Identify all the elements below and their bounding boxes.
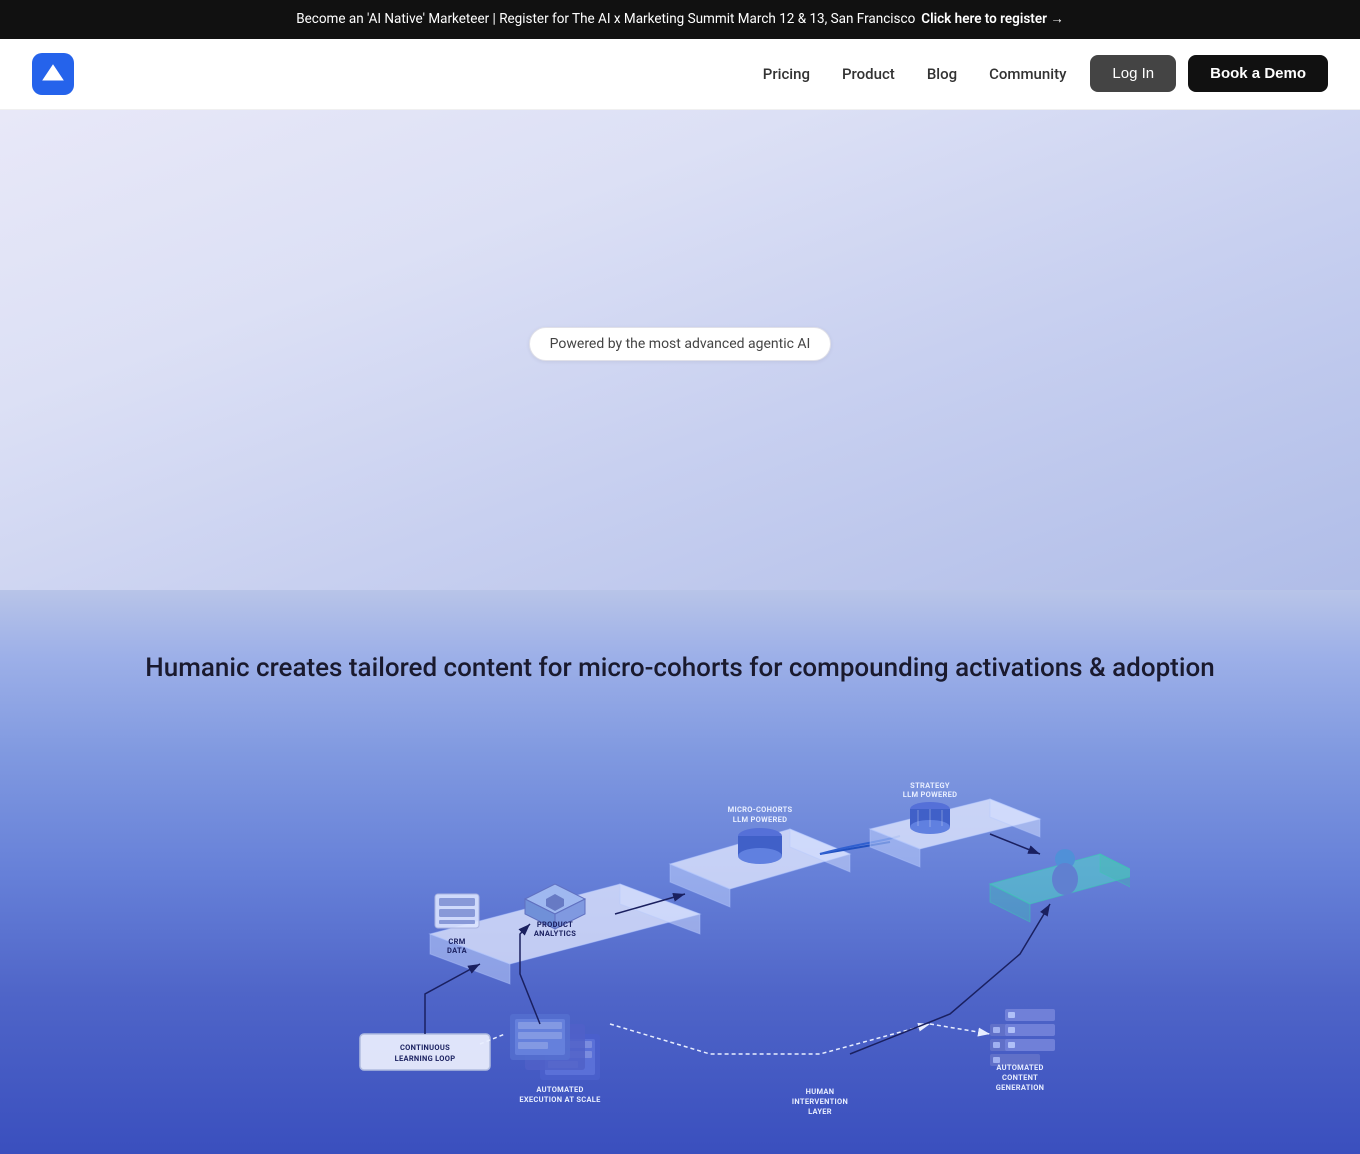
svg-text:ANALYTICS: ANALYTICS bbox=[534, 929, 576, 938]
svg-text:GENERATION: GENERATION bbox=[996, 1083, 1045, 1092]
tagline-section: Humanic creates tailored content for mic… bbox=[0, 590, 1360, 754]
automated-content-generation: AUTOMATED CONTENT GENERATION bbox=[990, 1009, 1055, 1092]
svg-text:LLM POWERED: LLM POWERED bbox=[903, 790, 958, 799]
svg-text:LLM POWERED: LLM POWERED bbox=[733, 815, 788, 824]
svg-text:AUTOMATED: AUTOMATED bbox=[536, 1085, 583, 1094]
human-intervention-layer-2: HUMAN INTERVENTION LAYER bbox=[792, 1087, 848, 1116]
diagram-section: CRM DATA PRODUCT ANALYTICS LLM POWERED M… bbox=[0, 754, 1360, 1154]
svg-text:EXECUTION AT SCALE: EXECUTION AT SCALE bbox=[519, 1095, 601, 1104]
logo-icon bbox=[40, 61, 66, 87]
svg-text:LAYER: LAYER bbox=[808, 1107, 832, 1116]
announcement-cta[interactable]: Click here to register → bbox=[921, 10, 1064, 29]
nav-links: Pricing Product Blog Community bbox=[763, 64, 1067, 83]
svg-text:STRATEGY: STRATEGY bbox=[910, 781, 950, 790]
diagram-svg: CRM DATA PRODUCT ANALYTICS LLM POWERED M… bbox=[230, 754, 1130, 1154]
svg-text:CONTINUOUS: CONTINUOUS bbox=[400, 1043, 450, 1052]
human-intervention-layer: HUMAN INTERVENTION LAYER bbox=[990, 834, 1130, 922]
center-platform: LLM POWERED MICRO-COHORTS bbox=[670, 805, 900, 907]
hero-section: Powered by the most advanced agentic AI bbox=[0, 110, 1360, 590]
svg-text:DATA: DATA bbox=[447, 946, 468, 955]
svg-text:AUTOMATED: AUTOMATED bbox=[996, 1063, 1043, 1072]
tagline-text: Humanic creates tailored content for mic… bbox=[20, 650, 1340, 686]
nav-community[interactable]: Community bbox=[989, 65, 1066, 83]
svg-text:PRODUCT: PRODUCT bbox=[537, 920, 573, 929]
logo[interactable] bbox=[32, 53, 74, 95]
svg-text:CRM: CRM bbox=[448, 937, 465, 946]
nav-blog[interactable]: Blog bbox=[927, 65, 957, 83]
continuous-learning-loop: CONTINUOUS LEARNING LOOP bbox=[360, 1034, 490, 1070]
login-button[interactable]: Log In bbox=[1090, 55, 1176, 92]
svg-text:LEARNING LOOP: LEARNING LOOP bbox=[395, 1054, 456, 1063]
right-platform: LLM POWERED STRATEGY bbox=[870, 781, 1040, 867]
svg-text:INTERVENTION: INTERVENTION bbox=[792, 1097, 848, 1106]
svg-text:HUMAN: HUMAN bbox=[806, 1087, 835, 1096]
announcement-bar: Become an 'AI Native' Marketeer | Regist… bbox=[0, 0, 1360, 39]
demo-button[interactable]: Book a Demo bbox=[1188, 55, 1328, 92]
svg-text:MICRO-COHORTS: MICRO-COHORTS bbox=[728, 805, 793, 814]
navbar: Pricing Product Blog Community Log In Bo… bbox=[0, 39, 1360, 110]
announcement-text: Become an 'AI Native' Marketeer | Regist… bbox=[296, 10, 915, 29]
nav-product[interactable]: Product bbox=[842, 65, 895, 83]
svg-text:CONTENT: CONTENT bbox=[1002, 1073, 1038, 1082]
automated-execution: AUTOMATED EXECUTION AT SCALE bbox=[510, 1014, 601, 1104]
nav-pricing[interactable]: Pricing bbox=[763, 65, 810, 83]
navbar-actions: Log In Book a Demo bbox=[1090, 55, 1328, 92]
hero-badge: Powered by the most advanced agentic AI bbox=[529, 327, 832, 361]
